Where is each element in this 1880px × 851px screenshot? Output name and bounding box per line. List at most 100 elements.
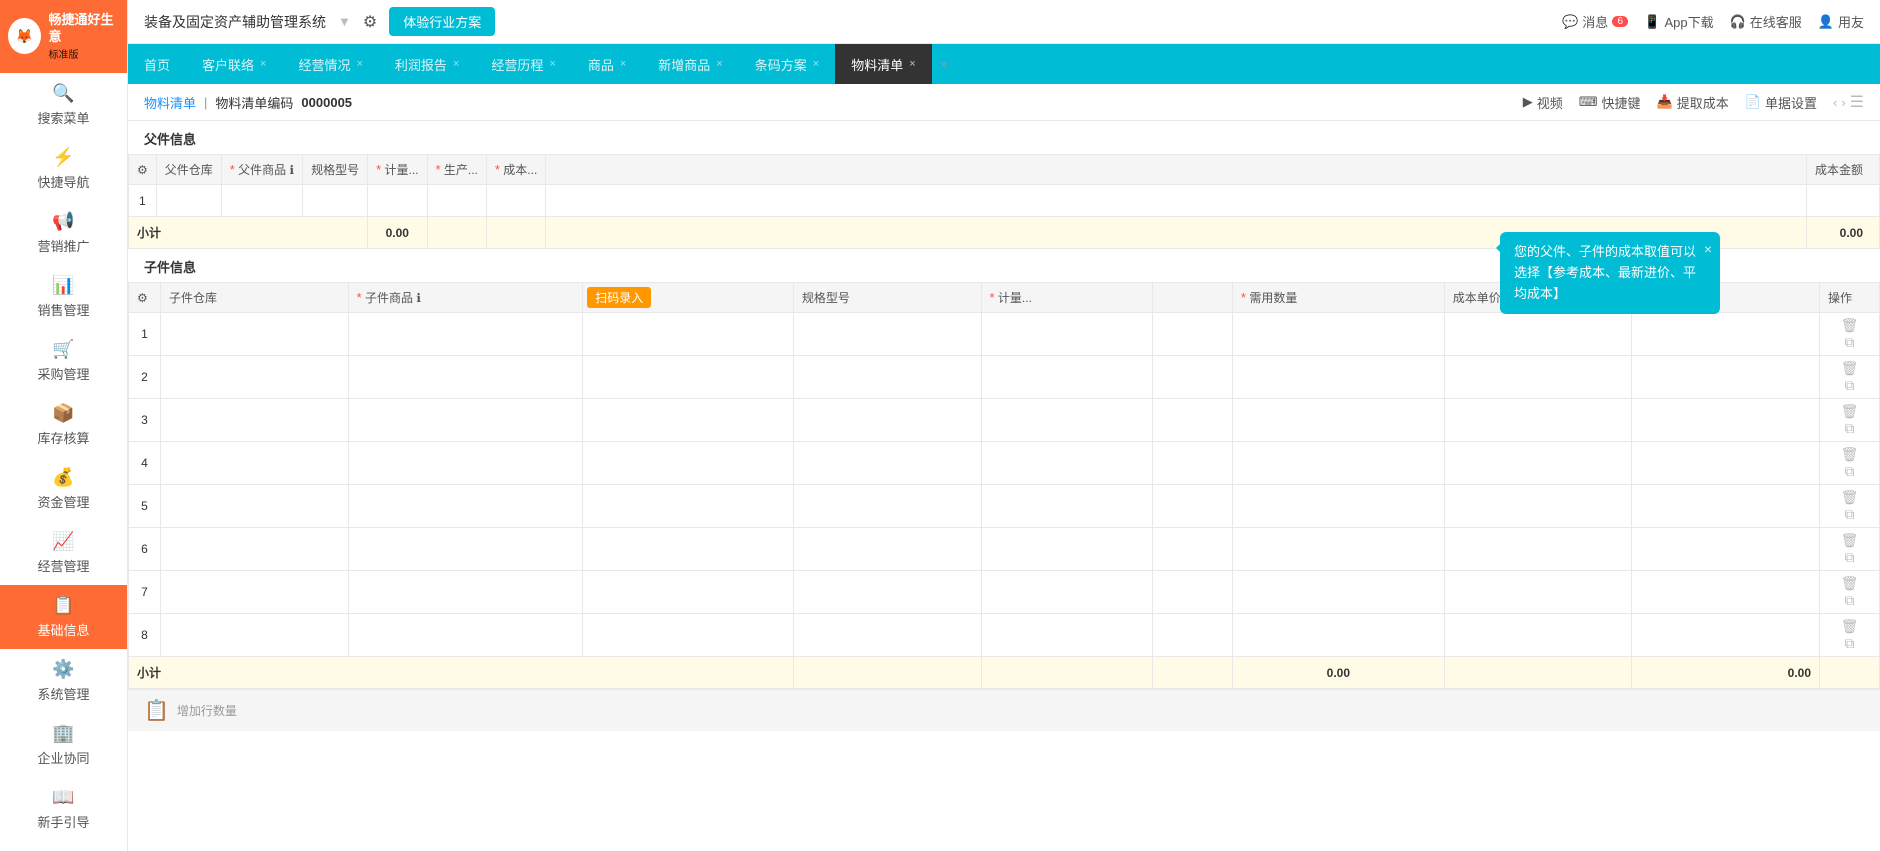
tooltip-close-button[interactable]: × xyxy=(1704,238,1712,260)
child-row-1-qty[interactable] xyxy=(1232,313,1444,356)
nav-tab-2[interactable]: 经营情况× xyxy=(282,44,378,84)
child-th-scan[interactable]: 扫码录入 xyxy=(583,283,794,313)
child-row-7-qty[interactable] xyxy=(1232,571,1444,614)
child-row-5-unit[interactable] xyxy=(981,485,1152,528)
child-row-7-unit[interactable] xyxy=(981,571,1152,614)
child-row-6-unit-cost[interactable] xyxy=(1444,528,1632,571)
child-th-settings[interactable]: ⚙ xyxy=(129,283,161,313)
child-row-8-unit[interactable] xyxy=(981,614,1152,657)
child-row-1-copy-icon[interactable]: ⧉ xyxy=(1845,334,1855,350)
nav-tab-8[interactable]: 物料清单× xyxy=(835,44,931,84)
child-row-3-copy-icon[interactable]: ⧉ xyxy=(1845,420,1855,436)
view-tool[interactable]: ▶ 视频 xyxy=(1523,93,1563,112)
sidebar-item-7[interactable]: 📈经营管理 xyxy=(0,521,127,585)
child-row-4-spec[interactable] xyxy=(793,442,981,485)
child-row-2-warehouse[interactable] xyxy=(161,356,349,399)
child-row-6-copy-icon[interactable]: ⧉ xyxy=(1845,549,1855,565)
child-row-3-spec[interactable] xyxy=(793,399,981,442)
child-row-5-copy-icon[interactable]: ⧉ xyxy=(1845,506,1855,522)
sidebar-item-9[interactable]: ⚙️系统管理 xyxy=(0,649,127,713)
add-row-icon[interactable]: 📋 xyxy=(144,698,169,723)
app-download-action[interactable]: 📱 App下载 xyxy=(1644,12,1713,31)
child-row-4-delete-icon[interactable]: 🗑 xyxy=(1841,446,1859,462)
parent-row-1-cost[interactable] xyxy=(486,185,545,217)
child-row-8-copy-icon[interactable]: ⧉ xyxy=(1845,635,1855,651)
sidebar-item-2[interactable]: 📢营销推广 xyxy=(0,201,127,265)
scan-button[interactable]: 扫码录入 xyxy=(587,287,651,308)
parent-row-1-warehouse[interactable] xyxy=(156,185,221,217)
message-action[interactable]: 💬 消息 6 xyxy=(1562,12,1628,31)
page-close-btn[interactable]: × xyxy=(932,56,956,72)
sidebar-item-0[interactable]: 🔍搜索菜单 xyxy=(0,73,127,137)
child-row-4-qty[interactable] xyxy=(1232,442,1444,485)
child-row-2-qty[interactable] xyxy=(1232,356,1444,399)
nav-tab-6[interactable]: 新增商品× xyxy=(642,44,738,84)
child-row-5-unit-cost[interactable] xyxy=(1444,485,1632,528)
parent-row-1-unit[interactable] xyxy=(368,185,427,217)
trial-button[interactable]: 体验行业方案 xyxy=(389,7,495,36)
child-row-6-delete-icon[interactable]: 🗑 xyxy=(1841,532,1859,548)
nav-tab-7[interactable]: 条码方案× xyxy=(739,44,835,84)
sidebar-item-10[interactable]: 🏢企业协同 xyxy=(0,713,127,777)
child-row-1-unit[interactable] xyxy=(981,313,1152,356)
single-settings-tool[interactable]: 📄 单据设置 xyxy=(1745,93,1817,112)
parent-th-settings[interactable]: ⚙ xyxy=(129,155,157,185)
child-row-3-delete-icon[interactable]: 🗑 xyxy=(1841,403,1859,419)
sidebar-item-8[interactable]: 📋基础信息 xyxy=(0,585,127,649)
online-service-action[interactable]: 🎧 在线客服 xyxy=(1730,12,1802,31)
prev-btn[interactable]: ‹ xyxy=(1833,95,1837,110)
parent-row-1-production[interactable] xyxy=(427,185,486,217)
parent-row-1-spec[interactable] xyxy=(303,185,368,217)
user-action[interactable]: 👤 用友 xyxy=(1818,12,1864,31)
child-row-7-warehouse[interactable] xyxy=(161,571,349,614)
child-row-6-product[interactable] xyxy=(348,528,583,571)
child-row-6-spec[interactable] xyxy=(793,528,981,571)
child-row-4-product[interactable] xyxy=(348,442,583,485)
sidebar-item-11[interactable]: 📖新手引导 xyxy=(0,777,127,841)
nav-tab-close-8[interactable]: × xyxy=(909,58,915,70)
nav-tab-close-4[interactable]: × xyxy=(549,58,555,70)
child-row-3-warehouse[interactable] xyxy=(161,399,349,442)
child-row-5-product[interactable] xyxy=(348,485,583,528)
nav-tab-close-7[interactable]: × xyxy=(813,58,819,70)
child-row-7-spec[interactable] xyxy=(793,571,981,614)
extract-cost-tool[interactable]: 📥 提取成本 xyxy=(1657,93,1729,112)
child-row-5-spec[interactable] xyxy=(793,485,981,528)
child-row-8-delete-icon[interactable]: 🗑 xyxy=(1841,618,1859,634)
nav-tab-1[interactable]: 客户联络× xyxy=(186,44,282,84)
child-row-4-warehouse[interactable] xyxy=(161,442,349,485)
child-row-8-product[interactable] xyxy=(348,614,583,657)
nav-tab-close-6[interactable]: × xyxy=(716,58,722,70)
nav-tab-0[interactable]: 首页 xyxy=(128,44,186,84)
nav-tab-4[interactable]: 经营历程× xyxy=(475,44,571,84)
nav-tab-close-2[interactable]: × xyxy=(356,58,362,70)
sidebar-item-3[interactable]: 📊销售管理 xyxy=(0,265,127,329)
child-row-1-delete-icon[interactable]: 🗑 xyxy=(1841,317,1859,333)
child-row-3-unit[interactable] xyxy=(981,399,1152,442)
child-row-5-warehouse[interactable] xyxy=(161,485,349,528)
child-row-3-qty[interactable] xyxy=(1232,399,1444,442)
sidebar-item-5[interactable]: 📦库存核算 xyxy=(0,393,127,457)
child-row-2-product[interactable] xyxy=(348,356,583,399)
child-row-7-unit-cost[interactable] xyxy=(1444,571,1632,614)
child-row-8-qty[interactable] xyxy=(1232,614,1444,657)
child-row-2-delete-icon[interactable]: 🗑 xyxy=(1841,360,1859,376)
child-row-7-delete-icon[interactable]: 🗑 xyxy=(1841,575,1859,591)
child-row-1-warehouse[interactable] xyxy=(161,313,349,356)
list-view-btn[interactable]: ☰ xyxy=(1850,92,1864,112)
sidebar-item-4[interactable]: 🛒采购管理 xyxy=(0,329,127,393)
child-row-5-qty[interactable] xyxy=(1232,485,1444,528)
child-row-8-warehouse[interactable] xyxy=(161,614,349,657)
shortcut-tool[interactable]: ⌨ 快捷键 xyxy=(1579,93,1641,112)
child-row-4-copy-icon[interactable]: ⧉ xyxy=(1845,463,1855,479)
child-row-7-copy-icon[interactable]: ⧉ xyxy=(1845,592,1855,608)
breadcrumb-item1[interactable]: 物料清单 xyxy=(144,93,196,112)
next-btn[interactable]: › xyxy=(1841,95,1845,110)
child-row-8-unit-cost[interactable] xyxy=(1444,614,1632,657)
child-row-2-unit[interactable] xyxy=(981,356,1152,399)
child-row-4-unit-cost[interactable] xyxy=(1444,442,1632,485)
nav-tab-close-1[interactable]: × xyxy=(260,58,266,70)
child-row-6-unit[interactable] xyxy=(981,528,1152,571)
child-row-2-copy-icon[interactable]: ⧉ xyxy=(1845,377,1855,393)
nav-tab-3[interactable]: 利润报告× xyxy=(379,44,475,84)
